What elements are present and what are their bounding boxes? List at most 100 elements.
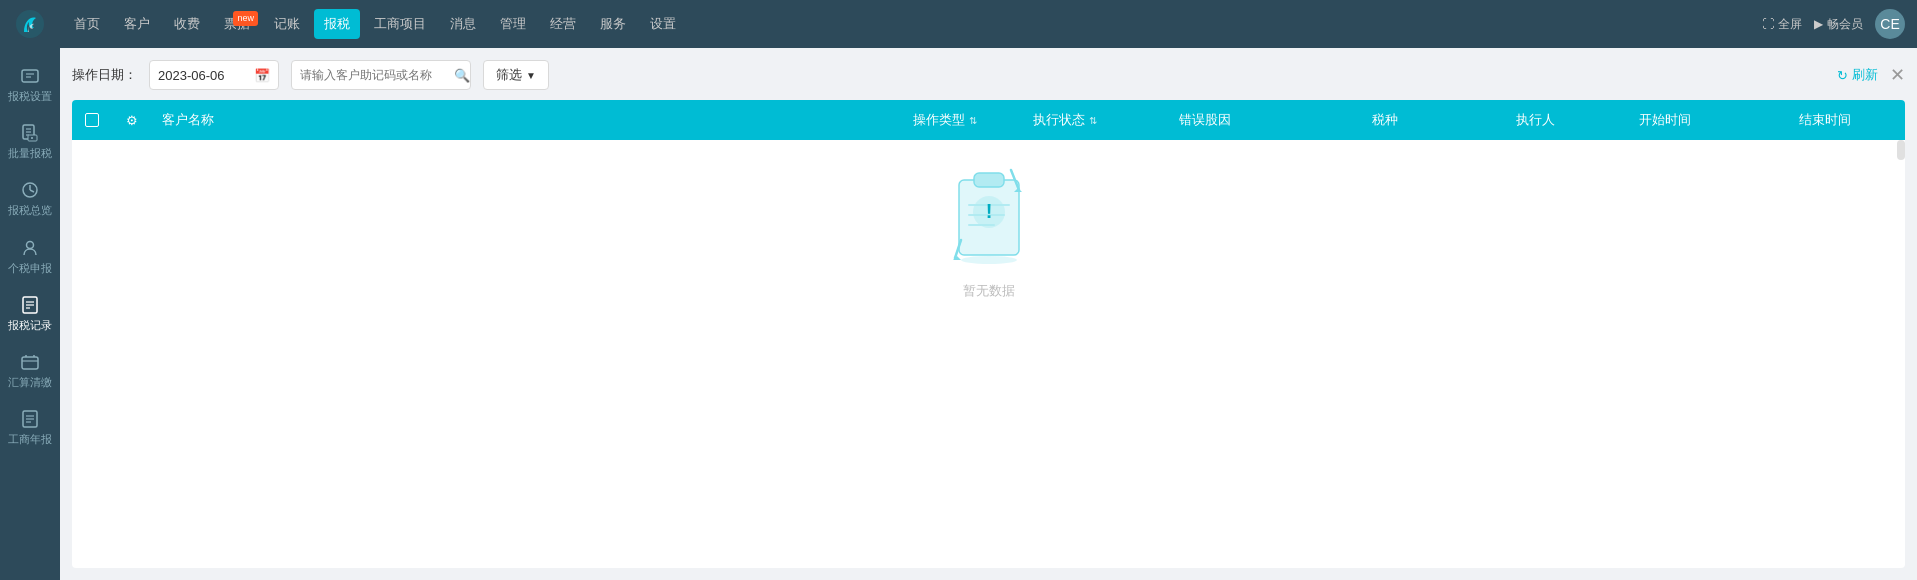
content-area: 操作日期： 📅 🔍 筛选 ▼ ↻ 刷新 ✕ <box>60 48 1917 580</box>
search-icon[interactable]: 🔍 <box>454 68 470 83</box>
th-end-time-label: 结束时间 <box>1799 111 1851 129</box>
search-input[interactable] <box>300 68 450 82</box>
sidebar-label-personal-tax: 个税申报 <box>8 262 52 275</box>
user-avatar[interactable]: CE <box>1875 9 1905 39</box>
sidebar: 报税设置 批量报税 <box>0 48 60 580</box>
empty-illustration: ! <box>939 160 1039 270</box>
batch-tax-icon <box>20 123 40 143</box>
svg-rect-1 <box>22 70 38 82</box>
nav-manage[interactable]: 管理 <box>490 9 536 39</box>
th-status: 执行状态 ⇅ <box>1005 103 1125 137</box>
refresh-button[interactable]: ↻ 刷新 <box>1837 66 1878 84</box>
annual-settlement-icon <box>20 352 40 372</box>
th-end-time: 结束时间 <box>1745 103 1905 137</box>
tax-settings-icon <box>20 66 40 86</box>
nav-badge-new: new <box>233 11 258 26</box>
nav-bookkeeping[interactable]: 记账 <box>264 9 310 39</box>
personal-tax-icon <box>20 238 40 258</box>
fullscreen-label: 全屏 <box>1778 16 1802 33</box>
chevron-down-icon: ▼ <box>526 70 536 81</box>
th-settings: ⚙ <box>112 105 152 136</box>
nav-commerce[interactable]: 工商项目 <box>364 9 436 39</box>
refresh-label: 刷新 <box>1852 66 1878 84</box>
table-header: ⚙ 客户名称 操作类型 ⇅ 执行状态 ⇅ 错误股因 税种 <box>72 100 1905 140</box>
fullscreen-button[interactable]: ⛶ 全屏 <box>1762 16 1802 33</box>
nav-customer[interactable]: 客户 <box>114 9 160 39</box>
nav-invoice[interactable]: 票据 new <box>214 9 260 39</box>
svg-rect-28 <box>974 173 1004 187</box>
table-container: ⚙ 客户名称 操作类型 ⇅ 执行状态 ⇅ 错误股因 税种 <box>72 100 1905 568</box>
sidebar-label-tax-settings: 报税设置 <box>8 90 52 103</box>
table-body: ! 暂无数据 <box>72 140 1905 320</box>
toolbar: 操作日期： 📅 🔍 筛选 ▼ ↻ 刷新 ✕ <box>72 60 1905 90</box>
sidebar-item-tax-overview[interactable]: 报税总览 <box>0 170 60 227</box>
sidebar-label-annual-settlement: 汇算清缴 <box>8 376 52 389</box>
select-all-checkbox[interactable] <box>85 113 99 127</box>
date-input[interactable] <box>158 68 248 83</box>
sidebar-item-personal-tax[interactable]: 个税申报 <box>0 228 60 285</box>
top-nav: 首页 客户 收费 票据 new 记账 报税 工商项目 消息 管理 经营 服务 设… <box>0 0 1917 48</box>
filter-label: 筛选 <box>496 66 522 84</box>
th-executor-label: 执行人 <box>1516 111 1555 129</box>
nav-message[interactable]: 消息 <box>440 9 486 39</box>
empty-text: 暂无数据 <box>963 282 1015 300</box>
filter-button[interactable]: 筛选 ▼ <box>483 60 549 90</box>
th-error: 错误股因 <box>1125 103 1285 137</box>
sort-icon-op-type[interactable]: ⇅ <box>969 115 977 126</box>
calendar-icon: 📅 <box>254 68 270 83</box>
date-input-wrapper[interactable]: 📅 <box>149 60 279 90</box>
th-op-type-label: 操作类型 <box>913 111 965 129</box>
refresh-icon: ↻ <box>1837 68 1848 83</box>
nav-settings[interactable]: 设置 <box>640 9 686 39</box>
svg-text:!: ! <box>985 200 992 222</box>
scrollbar[interactable] <box>1897 140 1905 160</box>
th-tax-type-label: 税种 <box>1372 111 1398 129</box>
nav-items: 首页 客户 收费 票据 new 记账 报税 工商项目 消息 管理 经营 服务 设… <box>64 9 1762 39</box>
nav-home[interactable]: 首页 <box>64 9 110 39</box>
th-error-label: 错误股因 <box>1179 111 1231 129</box>
nav-service[interactable]: 服务 <box>590 9 636 39</box>
sidebar-label-tax-overview: 报税总览 <box>8 204 52 217</box>
sidebar-label-annual-report: 工商年报 <box>8 433 52 446</box>
fullscreen-icon: ⛶ <box>1762 17 1774 31</box>
th-op-type: 操作类型 ⇅ <box>885 103 1005 137</box>
main-layout: 报税设置 批量报税 <box>0 48 1917 580</box>
th-checkbox[interactable] <box>72 105 112 135</box>
annual-report-icon <box>20 409 40 429</box>
th-executor: 执行人 <box>1485 103 1585 137</box>
th-start-time-label: 开始时间 <box>1639 111 1691 129</box>
close-button[interactable]: ✕ <box>1890 66 1905 84</box>
svg-rect-19 <box>22 357 38 369</box>
nav-operation[interactable]: 经营 <box>540 9 586 39</box>
sidebar-item-tax-settings[interactable]: 报税设置 <box>0 56 60 113</box>
table-scroll-wrapper: ! 暂无数据 <box>72 140 1905 568</box>
sidebar-item-batch-tax[interactable]: 批量报税 <box>0 113 60 170</box>
video-icon: ▶ <box>1814 17 1823 31</box>
svg-line-13 <box>30 190 34 192</box>
toolbar-right: ↻ 刷新 ✕ <box>1837 66 1905 84</box>
top-nav-right: ⛶ 全屏 ▶ 畅会员 CE <box>1762 9 1905 39</box>
th-name-label: 客户名称 <box>162 111 214 129</box>
sidebar-label-tax-record: 报税记录 <box>8 319 52 332</box>
th-name: 客户名称 <box>152 103 885 137</box>
th-tax-type: 税种 <box>1285 103 1485 137</box>
sidebar-item-tax-record[interactable]: 报税记录 <box>0 285 60 342</box>
svg-point-38 <box>961 256 1017 264</box>
logo <box>12 6 48 42</box>
sidebar-item-annual-report[interactable]: 工商年报 <box>0 399 60 456</box>
search-wrapper[interactable]: 🔍 <box>291 60 471 90</box>
date-label: 操作日期： <box>72 66 137 84</box>
sidebar-label-batch-tax: 批量报税 <box>8 147 52 160</box>
settings-icon[interactable]: ⚙ <box>126 113 138 128</box>
th-status-label: 执行状态 <box>1033 111 1085 129</box>
member-button[interactable]: ▶ 畅会员 <box>1814 16 1863 33</box>
th-start-time: 开始时间 <box>1585 103 1745 137</box>
sort-icon-status[interactable]: ⇅ <box>1089 115 1097 126</box>
tax-overview-icon <box>20 180 40 200</box>
nav-tax[interactable]: 报税 <box>314 9 360 39</box>
tax-record-icon <box>20 295 40 315</box>
sidebar-item-annual-settlement[interactable]: 汇算清缴 <box>0 342 60 399</box>
nav-fee[interactable]: 收费 <box>164 9 210 39</box>
member-label: 畅会员 <box>1827 16 1863 33</box>
svg-point-14 <box>27 241 34 248</box>
